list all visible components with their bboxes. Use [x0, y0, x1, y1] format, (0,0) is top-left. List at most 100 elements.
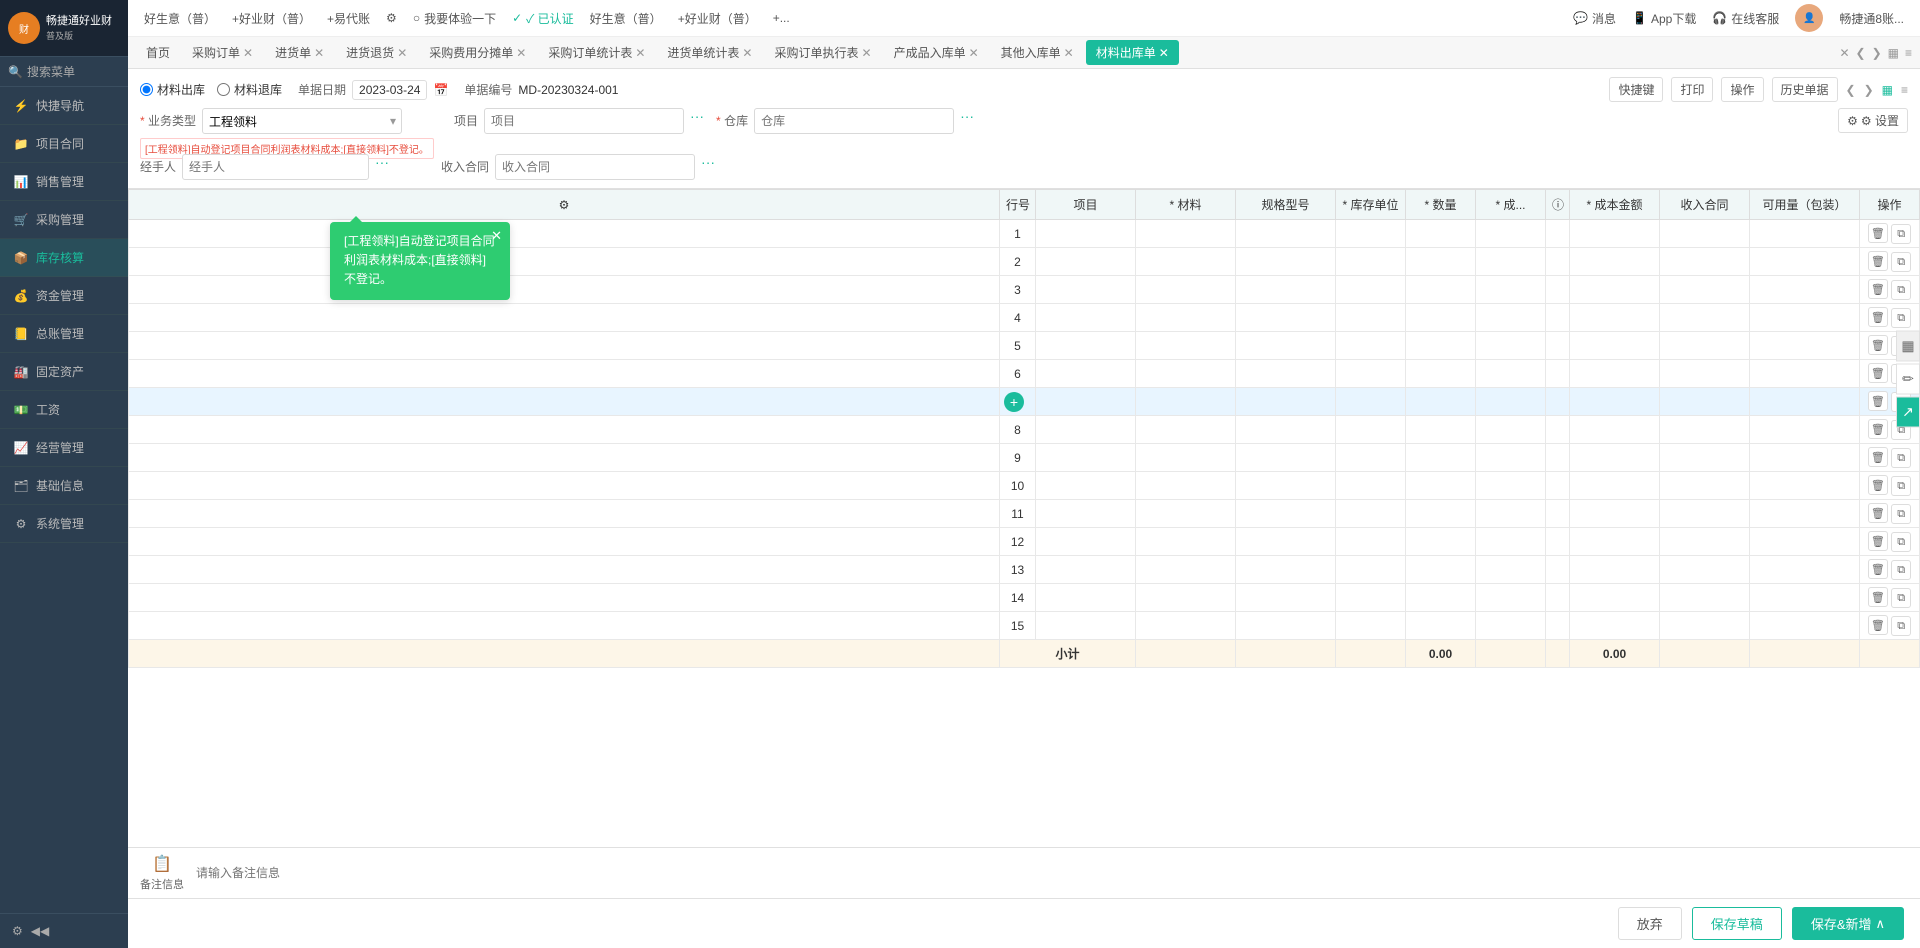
cell-qty[interactable] — [1406, 388, 1476, 416]
tab-nav-next[interactable]: ❯ — [1872, 46, 1882, 60]
cell-cost[interactable] — [1476, 416, 1546, 444]
cell-material[interactable] — [1136, 248, 1236, 276]
cell-available[interactable] — [1750, 528, 1860, 556]
cell-cost[interactable] — [1476, 444, 1546, 472]
cell-qty[interactable] — [1406, 556, 1476, 584]
settings-btn[interactable]: ⚙ ⚙ 设置 — [1838, 108, 1908, 133]
cell-spec[interactable] — [1236, 416, 1336, 444]
cell-cost-amount[interactable] — [1570, 248, 1660, 276]
cell-available[interactable] — [1750, 416, 1860, 444]
tab-product-instock[interactable]: 产成品入库单 ✕ — [884, 40, 989, 65]
cell-project[interactable] — [1036, 472, 1136, 500]
operate-btn[interactable]: 操作 — [1721, 77, 1763, 102]
easy-agent-tab[interactable]: +易代账 — [327, 10, 370, 27]
cell-project[interactable] — [1036, 612, 1136, 640]
cell-qty[interactable] — [1406, 332, 1476, 360]
cell-available[interactable] — [1750, 612, 1860, 640]
cell-cost[interactable] — [1476, 612, 1546, 640]
copy-row-btn[interactable]: ⧉ — [1891, 224, 1911, 244]
cell-contract[interactable] — [1660, 612, 1750, 640]
save-new-button[interactable]: 保存&新增 ∧ — [1792, 907, 1904, 940]
cell-unit[interactable] — [1336, 304, 1406, 332]
cell-material[interactable] — [1136, 472, 1236, 500]
cell-qty[interactable] — [1406, 584, 1476, 612]
cell-cost[interactable] — [1476, 276, 1546, 304]
close-icon[interactable]: ✕ — [243, 46, 253, 60]
cell-unit[interactable] — [1336, 556, 1406, 584]
close-icon[interactable]: ✕ — [397, 46, 407, 60]
tab-goods-stat[interactable]: 进货单统计表 ✕ — [657, 40, 762, 65]
sidebar-item-inventory[interactable]: 📦 库存核算 — [0, 239, 128, 277]
cell-contract[interactable] — [1660, 500, 1750, 528]
cell-cost[interactable] — [1476, 472, 1546, 500]
tooltip-close-btn[interactable]: ✕ — [491, 226, 502, 247]
tab-other-instock[interactable]: 其他入库单 ✕ — [991, 40, 1084, 65]
cell-available[interactable] — [1750, 360, 1860, 388]
cell-cost-amount[interactable] — [1570, 276, 1660, 304]
cell-spec[interactable] — [1236, 332, 1336, 360]
cell-unit[interactable] — [1336, 500, 1406, 528]
cell-qty[interactable] — [1406, 612, 1476, 640]
online-service-btn[interactable]: 🎧 在线客服 — [1712, 10, 1779, 27]
good-wealth-2[interactable]: +好业财（普） — [678, 10, 757, 27]
cell-cost[interactable] — [1476, 248, 1546, 276]
cell-project[interactable] — [1036, 584, 1136, 612]
cell-cost-amount[interactable] — [1570, 500, 1660, 528]
tab-purchase-order[interactable]: 采购订单 ✕ — [182, 40, 263, 65]
view-grid-icon[interactable]: ▦ — [1882, 83, 1893, 97]
cell-unit[interactable] — [1336, 360, 1406, 388]
experience-btn[interactable]: ○ 我要体验一下 — [413, 10, 496, 27]
cell-qty[interactable] — [1406, 528, 1476, 556]
copy-row-btn[interactable]: ⧉ — [1891, 616, 1911, 636]
cell-spec[interactable] — [1236, 528, 1336, 556]
cell-project[interactable] — [1036, 304, 1136, 332]
cell-spec[interactable] — [1236, 556, 1336, 584]
sidebar-item-ledger[interactable]: 📒 总账管理 — [0, 315, 128, 353]
cell-material[interactable] — [1136, 416, 1236, 444]
delete-row-btn[interactable]: 🗑 — [1868, 475, 1888, 495]
right-tool-2[interactable]: ✏ — [1896, 364, 1920, 395]
close-icon[interactable]: ✕ — [1064, 46, 1074, 60]
cell-unit[interactable] — [1336, 220, 1406, 248]
tab-purchase-stat[interactable]: 采购订单统计表 ✕ — [538, 40, 655, 65]
sidebar-item-finance[interactable]: 💰 资金管理 — [0, 277, 128, 315]
cell-cost-amount[interactable] — [1570, 360, 1660, 388]
tab-grid-view[interactable]: ▦ — [1888, 46, 1899, 60]
right-tool-3[interactable]: ↗ — [1896, 397, 1920, 428]
cell-qty[interactable] — [1406, 500, 1476, 528]
good-biz-2[interactable]: 好生意（普） — [590, 10, 662, 27]
add-row-btn[interactable]: + — [1004, 392, 1024, 412]
cell-project[interactable] — [1036, 332, 1136, 360]
col-settings-header[interactable]: ⚙ — [129, 190, 1000, 220]
cell-spec[interactable] — [1236, 220, 1336, 248]
cell-spec[interactable] — [1236, 472, 1336, 500]
delete-row-btn[interactable]: 🗑 — [1868, 223, 1888, 243]
tab-home[interactable]: 首页 — [136, 40, 180, 65]
cell-available[interactable] — [1750, 556, 1860, 584]
view-list-icon[interactable]: ≡ — [1901, 83, 1908, 97]
cell-cost[interactable] — [1476, 584, 1546, 612]
cell-material[interactable] — [1136, 500, 1236, 528]
cell-cost-amount[interactable] — [1570, 472, 1660, 500]
cell-unit[interactable] — [1336, 332, 1406, 360]
cell-contract[interactable] — [1660, 220, 1750, 248]
user-avatar[interactable]: 👤 — [1795, 4, 1823, 32]
close-icon[interactable]: ✕ — [314, 46, 324, 60]
cell-cost-amount[interactable] — [1570, 556, 1660, 584]
cell-contract[interactable] — [1660, 332, 1750, 360]
right-tool-1[interactable]: ▦ — [1896, 331, 1920, 362]
cell-unit[interactable] — [1336, 388, 1406, 416]
cell-project[interactable] — [1036, 388, 1136, 416]
cell-spec[interactable] — [1236, 360, 1336, 388]
notes-input[interactable] — [192, 862, 1908, 884]
search-menu[interactable]: 🔍 搜索菜单 — [0, 57, 128, 87]
cell-unit[interactable] — [1336, 416, 1406, 444]
cell-project[interactable] — [1036, 500, 1136, 528]
cell-available[interactable] — [1750, 388, 1860, 416]
cell-contract[interactable] — [1660, 472, 1750, 500]
cell-spec[interactable] — [1236, 584, 1336, 612]
delete-row-btn[interactable]: 🗑 — [1868, 531, 1888, 551]
cell-material[interactable] — [1136, 584, 1236, 612]
certified-badge[interactable]: ✓ ✓ 已认证 — [512, 10, 574, 27]
cell-spec[interactable] — [1236, 248, 1336, 276]
